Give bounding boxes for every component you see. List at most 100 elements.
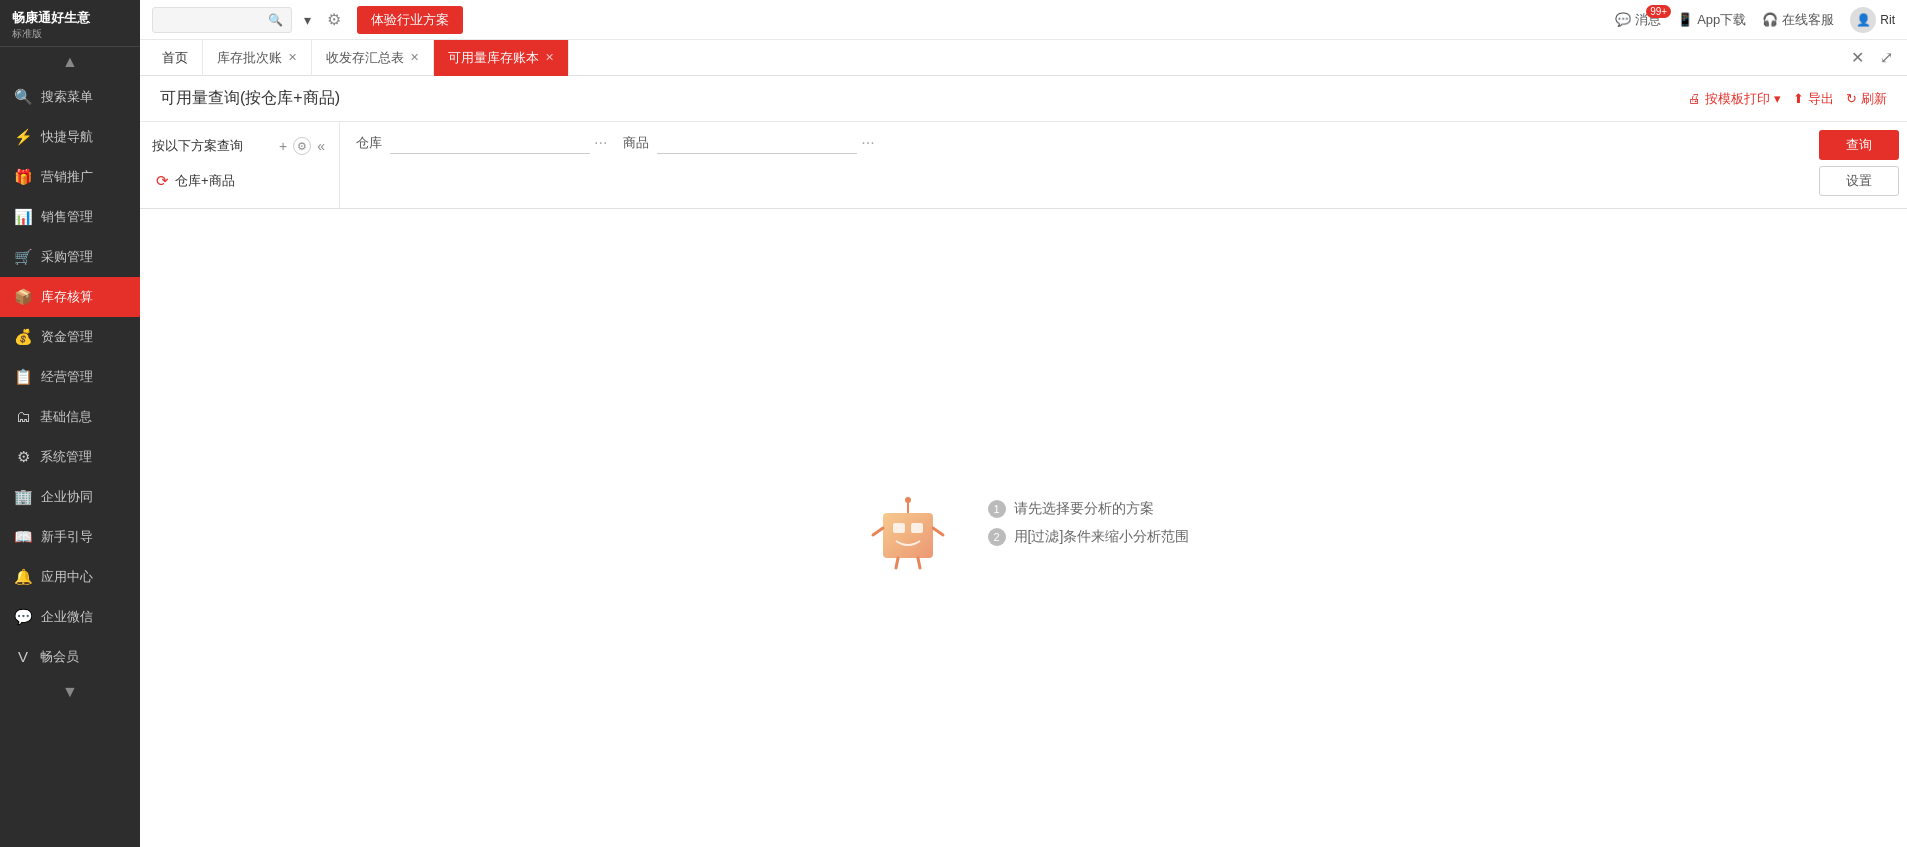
tab-stocksummary[interactable]: 收发存汇总表 ✕ (312, 40, 434, 76)
export-btn[interactable]: ⬆ 导出 (1793, 90, 1834, 108)
sidebar-icon-finance: 💰 (14, 328, 33, 346)
warehouse-more-icon[interactable]: ··· (594, 134, 607, 152)
goods-more-icon[interactable]: ··· (861, 134, 874, 152)
filter-buttons: 查询 设置 (1819, 130, 1907, 196)
sidebar-item-quicknav[interactable]: ⚡快捷导航 (0, 117, 140, 157)
sidebar-item-marketing[interactable]: 🎁营销推广 (0, 157, 140, 197)
sidebar-icon-quicknav: ⚡ (14, 128, 33, 146)
service-label: 在线客服 (1782, 11, 1834, 29)
sidebar-item-member[interactable]: V畅会员 (0, 637, 140, 677)
settings-btn[interactable]: 设置 (1819, 166, 1899, 196)
sidebar-label-sales: 销售管理 (41, 208, 93, 226)
sidebar-label-wechat: 企业微信 (41, 608, 93, 626)
message-icon: 💬 (1615, 12, 1631, 27)
tab-label-available: 可用量库存账本 (448, 49, 539, 67)
query-btn[interactable]: 查询 (1819, 130, 1899, 160)
user-area[interactable]: 👤 Rit (1850, 7, 1895, 33)
print-icon: 🖨 (1688, 91, 1701, 106)
sidebar-label-enterprise: 企业协同 (41, 488, 93, 506)
sidebar-item-enterprise[interactable]: 🏢企业协同 (0, 477, 140, 517)
page-title: 可用量查询(按仓库+商品) (160, 88, 340, 109)
tabbar-right: ✕ ⤢ (1845, 44, 1907, 71)
scheme-label: 按以下方案查询 (152, 137, 243, 155)
topbar-dropdown-icon[interactable]: ▾ (300, 8, 315, 32)
add-scheme-icon[interactable]: + (277, 136, 289, 156)
svg-rect-0 (883, 513, 933, 558)
sidebar-label-basics: 基础信息 (40, 408, 92, 426)
empty-robot-svg (863, 483, 953, 573)
sidebar-item-inventory[interactable]: 📦库存核算 (0, 277, 140, 317)
sidebar-scroll-down[interactable]: ▼ (0, 677, 140, 707)
scheme-header: 按以下方案查询 + ⚙ « (140, 132, 339, 164)
refresh-icon: ↻ (1846, 91, 1857, 106)
topbar-search-box[interactable]: 🔍 (152, 7, 292, 33)
sidebar-item-operations[interactable]: 📋经营管理 (0, 357, 140, 397)
scheme-header-actions: + ⚙ « (277, 136, 327, 156)
sidebar-item-guide[interactable]: 📖新手引导 (0, 517, 140, 557)
sidebar-item-wechat[interactable]: 💬企业微信 (0, 597, 140, 637)
app-edition: 标准版 (12, 27, 128, 40)
empty-tip2: 2 用[过滤]条件来缩小分析范围 (988, 528, 1190, 546)
tab-batch[interactable]: 库存批次账 ✕ (203, 40, 312, 76)
tabbar: 首页 库存批次账 ✕ 收发存汇总表 ✕ 可用量库存账本 ✕ ✕ ⤢ (140, 40, 1907, 76)
sidebar-item-finance[interactable]: 💰资金管理 (0, 317, 140, 357)
empty-state: 1 请先选择要分析的方案 2 用[过滤]条件来缩小分析范围 (140, 209, 1907, 847)
sidebar-item-system[interactable]: ⚙系统管理 (0, 437, 140, 477)
sidebar-scroll-up[interactable]: ▲ (0, 47, 140, 77)
sidebar-icon-basics: 🗂 (14, 408, 32, 425)
goods-label: 商品 (623, 134, 649, 152)
sidebar-item-search[interactable]: 🔍搜索菜单 (0, 77, 140, 117)
sidebar-icon-guide: 📖 (14, 528, 33, 546)
tab-label-stocksummary: 收发存汇总表 (326, 49, 404, 67)
sidebar-icon-purchase: 🛒 (14, 248, 33, 266)
svg-point-4 (905, 497, 911, 503)
app-download-btn[interactable]: 📱 App下载 (1677, 11, 1746, 29)
app-name: 畅康通好生意 (12, 10, 128, 27)
svg-rect-1 (893, 523, 905, 533)
avatar: 👤 (1850, 7, 1876, 33)
sidebar-item-purchase[interactable]: 🛒采购管理 (0, 237, 140, 277)
print-btn[interactable]: 🖨 按模板打印 ▾ (1688, 90, 1781, 108)
sidebar-item-sales[interactable]: 📊销售管理 (0, 197, 140, 237)
app-download-label: App下载 (1697, 11, 1746, 29)
goods-filter: 商品 ··· (623, 132, 874, 154)
trial-btn[interactable]: 体验行业方案 (357, 6, 463, 34)
scheme-item-warehouse-goods[interactable]: ⟳ 仓库+商品 (140, 164, 339, 198)
expand-btn[interactable]: ⤢ (1874, 44, 1899, 71)
goods-input[interactable] (657, 132, 857, 154)
refresh-label: 刷新 (1861, 90, 1887, 108)
search-input[interactable] (161, 13, 268, 27)
headset-icon: 🎧 (1762, 12, 1778, 27)
svg-line-5 (873, 528, 883, 535)
scheme-panel: 按以下方案查询 + ⚙ « ⟳ 仓库+商品 (140, 122, 340, 208)
content-area: 可用量查询(按仓库+商品) 🖨 按模板打印 ▾ ⬆ 导出 ↻ 刷新 (140, 76, 1907, 847)
filter-row: 仓库 ··· 商品 ··· (356, 132, 1891, 154)
collapse-scheme-icon[interactable]: « (315, 136, 327, 156)
online-service-btn[interactable]: 🎧 在线客服 (1762, 11, 1834, 29)
sidebar-icon-operations: 📋 (14, 368, 33, 386)
tab-available[interactable]: 可用量库存账本 ✕ (434, 40, 569, 76)
tab-close-batch[interactable]: ✕ (288, 51, 297, 64)
settings-scheme-icon[interactable]: ⚙ (293, 137, 311, 155)
message-btn[interactable]: 💬 消息 99+ (1615, 11, 1661, 29)
topbar-gear-icon[interactable]: ⚙ (323, 6, 345, 33)
sidebar: 畅康通好生意 标准版 ▲ 🔍搜索菜单⚡快捷导航🎁营销推广📊销售管理🛒采购管理📦库… (0, 0, 140, 847)
tab-label-batch: 库存批次账 (217, 49, 282, 67)
tab-home[interactable]: 首页 (148, 40, 203, 76)
tab-close-available[interactable]: ✕ (545, 51, 554, 64)
dropdown-icon: ▾ (1774, 91, 1781, 106)
sidebar-logo: 畅康通好生意 标准版 (0, 0, 140, 47)
svg-rect-2 (911, 523, 923, 533)
query-area: 按以下方案查询 + ⚙ « ⟳ 仓库+商品 仓库 (140, 122, 1907, 209)
warehouse-input[interactable] (390, 132, 590, 154)
sidebar-item-basics[interactable]: 🗂 基础信息 (0, 397, 140, 437)
refresh-btn[interactable]: ↻ 刷新 (1846, 90, 1887, 108)
tab-label-home: 首页 (162, 49, 188, 67)
close-tab-btn[interactable]: ✕ (1845, 44, 1870, 71)
svg-line-8 (918, 558, 920, 568)
page-actions: 🖨 按模板打印 ▾ ⬆ 导出 ↻ 刷新 (1688, 90, 1887, 108)
sidebar-item-appcenter[interactable]: 🔔应用中心 (0, 557, 140, 597)
sidebar-label-search: 搜索菜单 (41, 88, 93, 106)
tab-close-stocksummary[interactable]: ✕ (410, 51, 419, 64)
sidebar-label-appcenter: 应用中心 (41, 568, 93, 586)
